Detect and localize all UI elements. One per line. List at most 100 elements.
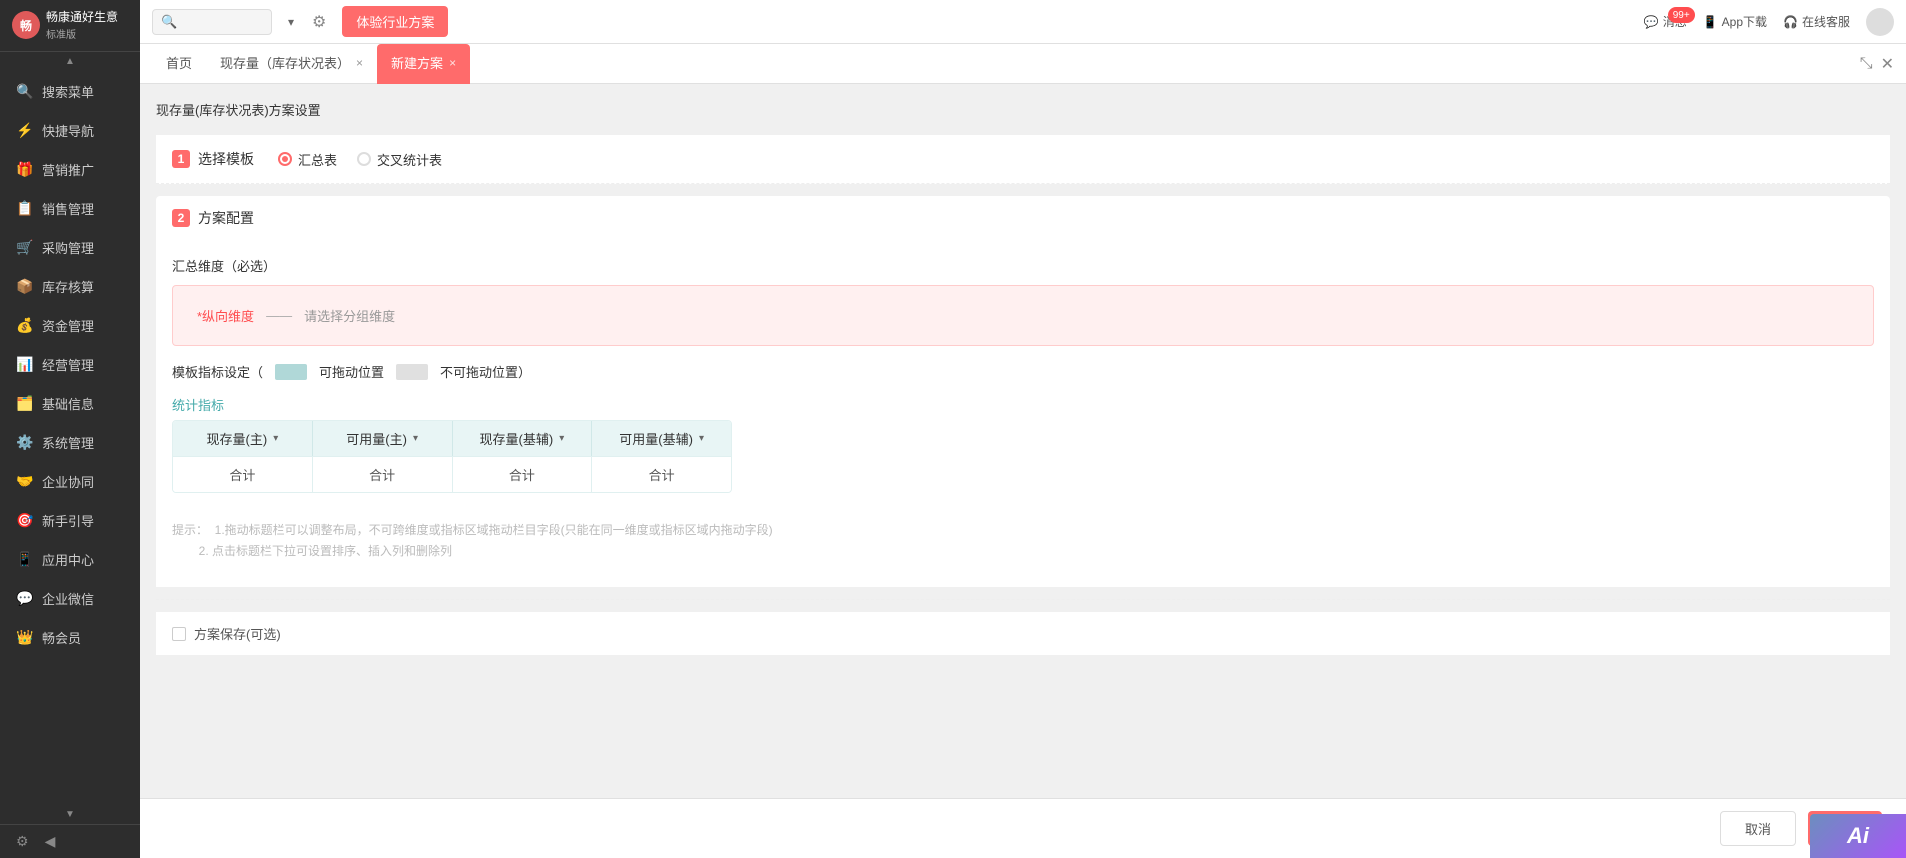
- save-checkbox[interactable]: [172, 627, 186, 641]
- sidebar-item-search-menu[interactable]: 🔍 搜索菜单: [0, 72, 140, 111]
- sidebar-item-basic-info[interactable]: 🗂️ 基础信息: [0, 384, 140, 423]
- tab-new-scheme[interactable]: 新建方案 ×: [377, 44, 470, 84]
- ai-badge[interactable]: Ai: [1810, 814, 1906, 858]
- step2-header: 2 方案配置: [156, 196, 1890, 240]
- col-header-0[interactable]: 现存量(主) ▾: [173, 421, 313, 456]
- sidebar-item-enterprise[interactable]: 🤝 企业协同: [0, 462, 140, 501]
- settings-icon[interactable]: ⚙: [16, 833, 29, 850]
- message-icon: 💬: [1644, 15, 1659, 29]
- col-2-chevron-icon[interactable]: ▾: [559, 433, 564, 444]
- step2-section: 2 方案配置 汇总维度（必选） *纵向维度 —— 请选择分组维度 模板指标设定（…: [156, 196, 1890, 587]
- tab-home[interactable]: 首页: [152, 44, 206, 84]
- maximize-icon[interactable]: ⤡: [1860, 55, 1873, 73]
- vip-icon: 👑: [16, 628, 34, 646]
- audio-icon[interactable]: ◀: [45, 833, 56, 850]
- bottom-action-bar: 取消 查询: [140, 798, 1906, 858]
- cell-0-1: 合计: [313, 457, 453, 492]
- sidebar-item-operations[interactable]: 📊 经营管理: [0, 345, 140, 384]
- col-0-chevron-icon[interactable]: ▾: [273, 433, 278, 444]
- search-box[interactable]: 🔍: [152, 9, 272, 35]
- message-button[interactable]: 💬 消息 99+: [1644, 13, 1687, 30]
- sales-icon: 📋: [16, 199, 34, 217]
- topbar-dropdown[interactable]: ▾: [280, 11, 300, 33]
- search-magnify-icon: 🔍: [161, 14, 177, 30]
- search-input[interactable]: [181, 15, 261, 29]
- cell-0-3: 合计: [592, 457, 731, 492]
- tab-inventory-status[interactable]: 现存量（库存状况表） ×: [206, 44, 377, 84]
- marketing-icon: 🎁: [16, 160, 34, 178]
- sidebar-item-sales[interactable]: 📋 销售管理: [0, 189, 140, 228]
- sidebar-item-purchase[interactable]: 🛒 采购管理: [0, 228, 140, 267]
- stats-table-row-0: 合计 合计 合计 合计: [173, 456, 731, 492]
- sidebar-bottom: ⚙ ◀: [0, 824, 140, 858]
- sidebar-item-finance[interactable]: 💰 资金管理: [0, 306, 140, 345]
- logo-text: 畅康通好生意 标准版: [46, 10, 118, 41]
- non-draggable-badge: [396, 364, 428, 380]
- tip-1: 提示： 1.拖动标题栏可以调整布局，不可跨维度或指标区域拖动栏目字段(只能在同一…: [172, 521, 1874, 538]
- stats-table-header: 现存量(主) ▾ 可用量(主) ▾ 现存量(基辅) ▾ 可用量(基辅): [173, 421, 731, 456]
- user-avatar[interactable]: [1866, 8, 1894, 36]
- finance-icon: 💰: [16, 316, 34, 334]
- sidebar-item-inventory[interactable]: 📦 库存核算: [0, 267, 140, 306]
- step1-number: 1: [172, 150, 190, 168]
- col-header-3[interactable]: 可用量(基辅) ▾: [592, 421, 731, 456]
- section-divider: [156, 599, 1890, 600]
- step2-number: 2: [172, 209, 190, 227]
- cell-0-0: 合计: [173, 457, 313, 492]
- step1-section: 1 选择模板 汇总表 交叉统计表: [156, 135, 1890, 184]
- main-content: 现存量(库存状况表)方案设置 1 选择模板 汇总表: [140, 84, 1906, 798]
- step2-label: 方案配置: [198, 208, 254, 228]
- tab-close-inventory[interactable]: ×: [356, 56, 363, 70]
- purchase-icon: 🛒: [16, 238, 34, 256]
- sidebar-item-app-center[interactable]: 📱 应用中心: [0, 540, 140, 579]
- online-service-button[interactable]: 🎧 在线客服: [1783, 13, 1850, 30]
- gear-button[interactable]: ⚙: [308, 8, 330, 36]
- radio-summary-circle: [278, 152, 292, 166]
- tabs-right-actions: ⤡ ✕: [1860, 54, 1894, 74]
- col-3-chevron-icon[interactable]: ▾: [699, 433, 704, 444]
- sidebar-item-system[interactable]: ⚙️ 系统管理: [0, 423, 140, 462]
- app-download-button[interactable]: 📱 App下载: [1703, 13, 1767, 30]
- sidebar-item-quick-nav[interactable]: ⚡ 快捷导航: [0, 111, 140, 150]
- sidebar-nav: 🔍 搜索菜单 ⚡ 快捷导航 🎁 营销推广 📋 销售管理 🛒 采购管理 📦 库存核…: [0, 72, 140, 804]
- indicator-label-text: 模板指标设定（: [172, 362, 263, 381]
- page-title: 现存量(库存状况表)方案设置: [156, 100, 1890, 119]
- col-header-2[interactable]: 现存量(基辅) ▾: [453, 421, 593, 456]
- search-icon: 🔍: [16, 82, 34, 100]
- sidebar-scroll-down[interactable]: ▼: [0, 804, 140, 824]
- dimension-placeholder: 请选择分组维度: [304, 306, 395, 325]
- col-header-1[interactable]: 可用量(主) ▾: [313, 421, 453, 456]
- radio-summary[interactable]: 汇总表: [278, 150, 337, 169]
- tab-close-new-scheme[interactable]: ×: [449, 56, 456, 70]
- newbie-icon: 🎯: [16, 511, 34, 529]
- sidebar-item-vip[interactable]: 👑 畅会员: [0, 618, 140, 657]
- chevron-down-icon: ▾: [288, 15, 294, 29]
- app-center-icon: 📱: [16, 550, 34, 568]
- trial-button[interactable]: 体验行业方案: [342, 6, 448, 37]
- sidebar: 畅 畅康通好生意 标准版 ▲ 🔍 搜索菜单 ⚡ 快捷导航 🎁 营销推广 📋 销售…: [0, 0, 140, 858]
- dimension-dash: ——: [266, 308, 292, 323]
- sidebar-item-enterprise-wechat[interactable]: 💬 企业微信: [0, 579, 140, 618]
- close-panel-icon[interactable]: ✕: [1881, 54, 1894, 74]
- sidebar-scroll-up[interactable]: ▲: [0, 52, 140, 72]
- quick-nav-icon: ⚡: [16, 121, 34, 139]
- dimension-area[interactable]: *纵向维度 —— 请选择分组维度: [172, 285, 1874, 346]
- col-1-chevron-icon[interactable]: ▾: [413, 433, 418, 444]
- template-selection-row: 1 选择模板 汇总表 交叉统计表: [156, 135, 1890, 184]
- draggable-badge: [275, 364, 307, 380]
- topbar-right: 💬 消息 99+ 📱 App下载 🎧 在线客服: [1644, 8, 1894, 36]
- system-icon: ⚙️: [16, 433, 34, 451]
- headset-icon: 🎧: [1783, 15, 1798, 29]
- cancel-button[interactable]: 取消: [1720, 811, 1796, 846]
- radio-crosstab[interactable]: 交叉统计表: [357, 150, 442, 169]
- cell-0-2: 合计: [453, 457, 593, 492]
- phone-icon: 📱: [1703, 15, 1718, 29]
- enterprise-wechat-icon: 💬: [16, 589, 34, 607]
- sidebar-item-newbie[interactable]: 🎯 新手引导: [0, 501, 140, 540]
- sidebar-logo: 畅 畅康通好生意 标准版: [0, 0, 140, 52]
- indicator-settings-row: 模板指标设定（ 可拖动位置 不可拖动位置）: [172, 362, 1874, 381]
- sidebar-item-marketing[interactable]: 🎁 营销推广: [0, 150, 140, 189]
- step1-label: 选择模板: [198, 149, 254, 169]
- radio-crosstab-circle: [357, 152, 371, 166]
- enterprise-icon: 🤝: [16, 472, 34, 490]
